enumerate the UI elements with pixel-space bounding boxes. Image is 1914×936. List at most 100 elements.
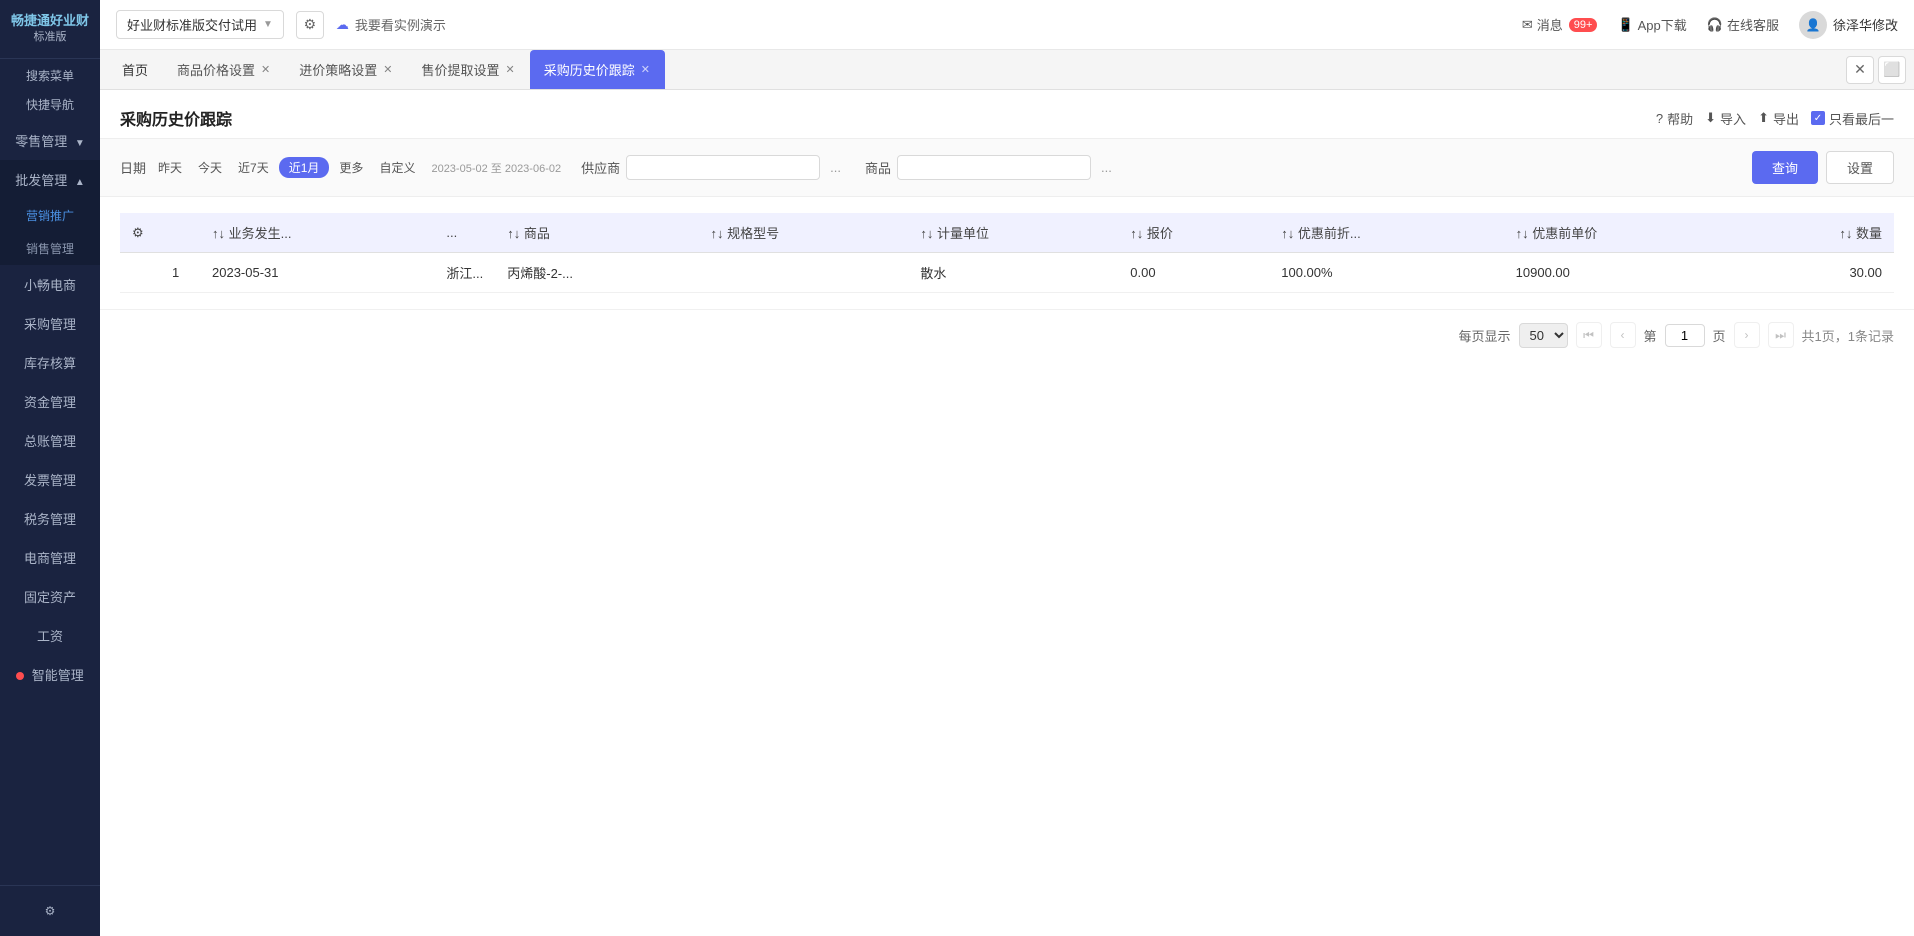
th-spec[interactable]: ↑↓ 规格型号 [699,213,909,253]
supplier-ellipsis-icon[interactable]: ... [826,160,845,175]
sidebar-item-salary[interactable]: 工资 [0,616,100,655]
tab-close-button[interactable]: ✕ [1846,56,1874,84]
th-quoted-price[interactable]: ↑↓ 报价 [1118,213,1269,253]
app-download-icon: 📱 [1617,17,1633,33]
date-btn-more[interactable]: 更多 [333,157,369,178]
th-gear[interactable]: ⚙ [120,213,160,253]
demo-link[interactable]: ☁ 我要看实例演示 [336,15,446,34]
version-selector-label: 好业财标准版交付试用 [127,15,257,34]
th-pre-discount-price[interactable]: ↑↓ 优惠前单价 [1504,213,1743,253]
pagination-last-button[interactable]: ⏭ [1768,322,1794,348]
wholesale-arrow-icon: ▲ [75,177,85,188]
date-buttons: 昨天 今天 近7天 近1月 更多 自定义 [152,157,421,178]
sidebar-item-fixed-assets[interactable]: 固定资产 [0,577,100,616]
goods-ellipsis-icon[interactable]: ... [1097,160,1116,175]
version-selector[interactable]: 好业财标准版交付试用 ▼ [116,10,284,39]
sidebar-item-invoice[interactable]: 发票管理 [0,460,100,499]
pagination-next-button[interactable]: › [1734,322,1760,348]
table-header-row: ⚙ ↑↓ 业务发生... ... ↑↓ 商品 [120,213,1894,253]
per-page-select[interactable]: 50 [1519,323,1568,348]
avatar: 👤 [1799,11,1827,39]
supplier-label: 供应商 [581,158,620,177]
date-btn-last1m[interactable]: 近1月 [279,157,330,178]
tab-purchase-strategy[interactable]: 进价策略设置 ✕ [285,50,407,89]
topbar-right: ✉ 消息 99+ 📱 App下载 🎧 在线客服 👤 徐泽华修改 [1522,11,1898,39]
demo-cloud-icon: ☁ [336,17,349,33]
goods-filter-group: 商品 ... [865,155,1116,180]
version-selector-chevron-icon: ▼ [263,19,273,30]
th-dots-label: ... [446,225,457,240]
tab-price-label: 商品价格设置 [177,60,255,79]
date-btn-today[interactable]: 今天 [192,157,228,178]
th-biz-date[interactable]: ↑↓ 业务发生... [200,213,434,253]
th-goods[interactable]: ↑↓ 商品 [495,213,698,253]
page-input[interactable] [1665,324,1705,347]
sidebar-item-purchase[interactable]: 采购管理 [0,304,100,343]
tab-purchase-history-label: 采购历史价跟踪 [544,60,635,79]
th-unit-label: 计量单位 [937,226,989,241]
tab-price-close-icon[interactable]: ✕ [261,63,270,76]
settings-button[interactable]: 设置 [1826,151,1894,184]
sidebar-item-ecommerce-small[interactable]: 小畅电商 [0,265,100,304]
sidebar-item-tax[interactable]: 税务管理 [0,499,100,538]
date-btn-custom[interactable]: 自定义 [373,157,421,178]
tab-maximize-button[interactable]: ⬜ [1878,56,1906,84]
sidebar-settings-icon[interactable]: ⚙ [0,896,100,926]
tab-purchase-history[interactable]: 采购历史价跟踪 ✕ [530,50,665,89]
sidebar-item-finance[interactable]: 资金管理 [0,382,100,421]
pagination-prev-button[interactable]: ‹ [1610,322,1636,348]
sidebar-item-marketing[interactable]: 营销推广 [0,199,100,232]
td-pre-discount-price: 10900.00 [1504,253,1743,293]
message-button[interactable]: ✉ 消息 99+ [1522,15,1598,34]
sidebar-item-ecommerce[interactable]: 电商管理 [0,538,100,577]
date-label: 日期 [120,158,146,177]
filter-area: 日期 昨天 今天 近7天 近1月 更多 自定义 2023-05-02 至 202… [100,138,1914,197]
sidebar-item-wholesale[interactable]: 批发管理 ▲ [0,160,100,199]
import-button[interactable]: ⬇ 导入 [1705,109,1746,128]
sidebar-search[interactable]: 搜索菜单 [0,59,100,88]
td-discount: 100.00% [1269,253,1503,293]
sidebar-bottom: ⚙ [0,885,100,936]
topbar: 好业财标准版交付试用 ▼ ⚙ ☁ 我要看实例演示 ✉ 消息 99+ 📱 App下… [100,0,1914,50]
th-unit[interactable]: ↑↓ 计量单位 [908,213,1118,253]
online-service-button[interactable]: 🎧 在线客服 [1707,15,1779,34]
sidebar-quick-nav[interactable]: 快捷导航 [0,88,100,121]
sidebar-item-general-ledger[interactable]: 总账管理 [0,421,100,460]
tab-selling-price-close-icon[interactable]: ✕ [506,63,515,76]
td-biz-date: 2023-05-31 [200,253,434,293]
tab-price[interactable]: 商品价格设置 ✕ [163,50,285,89]
supplier-input[interactable] [626,155,820,180]
pagination-first-button[interactable]: ⏮ [1576,322,1602,348]
date-btn-last7[interactable]: 近7天 [232,157,275,178]
tab-home[interactable]: 首页 [108,50,163,89]
sidebar: 畅捷通好业财 标准版 搜索菜单 快捷导航 零售管理 ▼ 批发管理 ▲ 营销推广 … [0,0,100,936]
settings-gear-button[interactable]: ⚙ [296,11,324,39]
tab-selling-price-label: 售价提取设置 [421,60,499,79]
user-info[interactable]: 👤 徐泽华修改 [1799,11,1898,39]
user-name: 徐泽华修改 [1833,15,1898,34]
sidebar-item-inventory[interactable]: 库存核算 [0,343,100,382]
only-last-checkbox[interactable]: 只看最后一 [1811,109,1894,128]
tab-selling-price[interactable]: 售价提取设置 ✕ [407,50,529,89]
export-button[interactable]: ⬆ 导出 [1758,109,1799,128]
td-no: 1 [160,253,200,293]
help-button[interactable]: ? 帮助 [1656,109,1693,128]
date-filter-group: 日期 昨天 今天 近7天 近1月 更多 自定义 2023-05-02 至 202… [120,157,561,178]
th-discount[interactable]: ↑↓ 优惠前折... [1269,213,1503,253]
th-no [160,213,200,253]
tab-purchase-history-close-icon[interactable]: ✕ [641,63,650,76]
sidebar-item-retail[interactable]: 零售管理 ▼ [0,121,100,160]
sidebar-item-smart[interactable]: 智能管理 [0,655,100,694]
date-btn-yesterday[interactable]: 昨天 [152,157,188,178]
goods-input[interactable] [897,155,1091,180]
td-supplier: 浙江... [434,253,495,293]
app-download-button[interactable]: 📱 App下载 [1617,15,1686,34]
date-range-text: 2023-05-02 至 2023-06-02 [431,160,561,176]
td-goods: 丙烯酸-2-... [495,253,698,293]
th-quantity[interactable]: ↑↓ 数量 [1743,213,1894,253]
sidebar-item-sales[interactable]: 销售管理 [0,232,100,265]
th-dots[interactable]: ... [434,213,495,253]
query-button[interactable]: 查询 [1752,151,1818,184]
tabs-actions: ✕ ⬜ [1846,56,1906,84]
tab-purchase-strategy-close-icon[interactable]: ✕ [383,63,392,76]
